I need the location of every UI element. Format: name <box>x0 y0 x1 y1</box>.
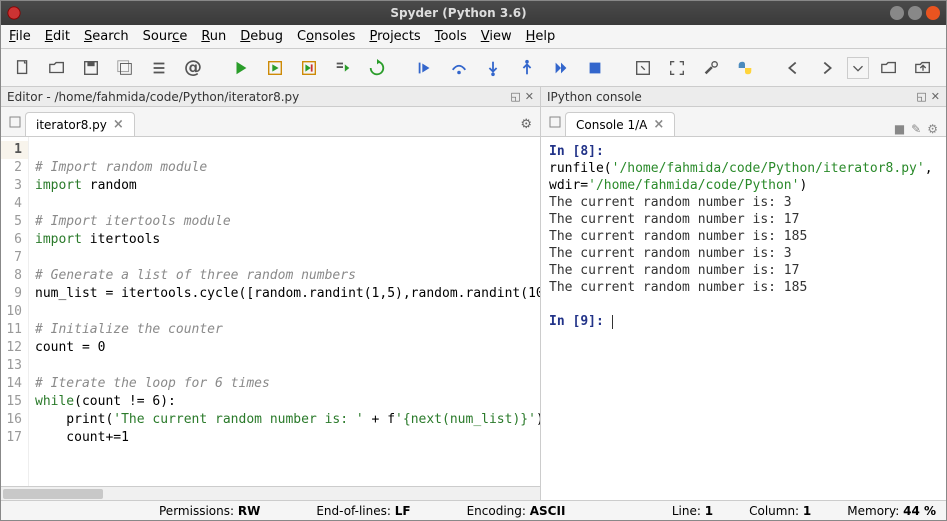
step-out-button[interactable] <box>513 54 541 82</box>
main-toolbar: @ <box>1 49 946 87</box>
save-all-button[interactable] <box>111 54 139 82</box>
sb-encoding: Encoding: ASCII <box>467 504 566 518</box>
console-header-title: IPython console <box>547 90 916 104</box>
ipython-console[interactable]: In [8]: runfile('/home/fahmida/code/Pyth… <box>541 137 946 500</box>
open-file-button[interactable] <box>43 54 71 82</box>
clear-console-icon[interactable]: ✎ <box>911 122 921 136</box>
menu-search[interactable]: Search <box>84 29 129 44</box>
run-cell-button[interactable] <box>261 54 289 82</box>
new-file-button[interactable] <box>9 54 37 82</box>
minimize-button[interactable] <box>890 6 904 20</box>
menu-consoles[interactable]: Consoles <box>297 29 355 44</box>
code-editor[interactable]: 1 2 3 4 5 6 7 8 9 10 11 12 13 14 15 16 1… <box>1 137 540 486</box>
menu-run[interactable]: Run <box>201 29 226 44</box>
at-button[interactable]: @ <box>179 54 207 82</box>
run-cell-advance-button[interactable] <box>295 54 323 82</box>
window-titlebar: Spyder (Python 3.6) <box>1 1 946 25</box>
menu-source[interactable]: Source <box>143 29 188 44</box>
editor-options-icon[interactable]: ⚙ <box>516 113 536 136</box>
console-pane: IPython console ◱ ✕ Console 1/A × ■ ✎ ⚙ … <box>541 87 946 500</box>
maximize-pane-button[interactable] <box>629 54 657 82</box>
editor-tab-row: iterator8.py × ⚙ <box>1 107 540 137</box>
interrupt-kernel-icon[interactable]: ■ <box>894 122 905 136</box>
tab-close-icon[interactable]: × <box>113 117 124 132</box>
main-area: Editor - /home/fahmida/code/Python/itera… <box>1 87 946 500</box>
console-browse-icon[interactable] <box>549 116 561 128</box>
list-button[interactable] <box>145 54 173 82</box>
console-tab-label: Console 1/A <box>576 118 647 132</box>
menu-file[interactable]: File <box>9 29 31 44</box>
step-over-button[interactable] <box>445 54 473 82</box>
back-button[interactable] <box>779 54 807 82</box>
code-area[interactable]: # Import random module import random # I… <box>29 137 540 486</box>
run-selection-button[interactable] <box>329 54 357 82</box>
editor-pane-header: Editor - /home/fahmida/code/Python/itera… <box>1 87 540 107</box>
preferences-button[interactable] <box>697 54 725 82</box>
debug-button[interactable] <box>411 54 439 82</box>
pane-close-icon[interactable]: ✕ <box>931 90 940 103</box>
tab-label: iterator8.py <box>36 118 107 132</box>
pane-close-icon[interactable]: ✕ <box>525 90 534 103</box>
editor-tab[interactable]: iterator8.py × <box>25 112 135 136</box>
close-button[interactable] <box>926 6 940 20</box>
rerun-button[interactable] <box>363 54 391 82</box>
menu-help[interactable]: Help <box>526 29 556 44</box>
status-bar: Permissions: RW End-of-lines: LF Encodin… <box>1 500 946 520</box>
file-browse-icon[interactable] <box>9 116 21 128</box>
sb-column: Column: 1 <box>749 504 811 518</box>
sb-permissions: Permissions: RW <box>159 504 260 518</box>
console-tab-row: Console 1/A × ■ ✎ ⚙ <box>541 107 946 137</box>
menu-view[interactable]: View <box>481 29 512 44</box>
console-cursor <box>612 315 613 329</box>
window-title: Spyder (Python 3.6) <box>27 6 890 20</box>
sb-line: Line: 1 <box>672 504 713 518</box>
console-options-icon[interactable]: ⚙ <box>927 122 938 136</box>
menu-tools[interactable]: Tools <box>435 29 467 44</box>
python-path-button[interactable] <box>731 54 759 82</box>
console-tab[interactable]: Console 1/A × <box>565 112 675 136</box>
editor-h-scrollbar[interactable] <box>1 486 540 500</box>
menu-debug[interactable]: Debug <box>240 29 283 44</box>
console-pane-header: IPython console ◱ ✕ <box>541 87 946 107</box>
browse-cwd-button[interactable] <box>875 54 903 82</box>
pane-undock-icon[interactable]: ◱ <box>916 90 926 103</box>
menu-bar: File Edit Search Source Run Debug Consol… <box>1 25 946 49</box>
menu-edit[interactable]: Edit <box>45 29 70 44</box>
line-gutter: 1 2 3 4 5 6 7 8 9 10 11 12 13 14 15 16 1… <box>1 137 29 486</box>
step-into-button[interactable] <box>479 54 507 82</box>
editor-pane: Editor - /home/fahmida/code/Python/itera… <box>1 87 541 500</box>
run-button[interactable] <box>227 54 255 82</box>
sb-eol: End-of-lines: LF <box>316 504 410 518</box>
parent-dir-button[interactable] <box>909 54 937 82</box>
sb-memory: Memory: 44 % <box>847 504 936 518</box>
pane-undock-icon[interactable]: ◱ <box>510 90 520 103</box>
fullscreen-button[interactable] <box>663 54 691 82</box>
cwd-dropdown[interactable] <box>847 57 869 79</box>
stop-button[interactable] <box>581 54 609 82</box>
editor-path: Editor - /home/fahmida/code/Python/itera… <box>7 90 510 104</box>
forward-button[interactable] <box>813 54 841 82</box>
save-button[interactable] <box>77 54 105 82</box>
continue-button[interactable] <box>547 54 575 82</box>
maximize-button[interactable] <box>908 6 922 20</box>
app-icon <box>7 6 21 20</box>
menu-projects[interactable]: Projects <box>369 29 420 44</box>
console-tab-close-icon[interactable]: × <box>653 117 664 132</box>
